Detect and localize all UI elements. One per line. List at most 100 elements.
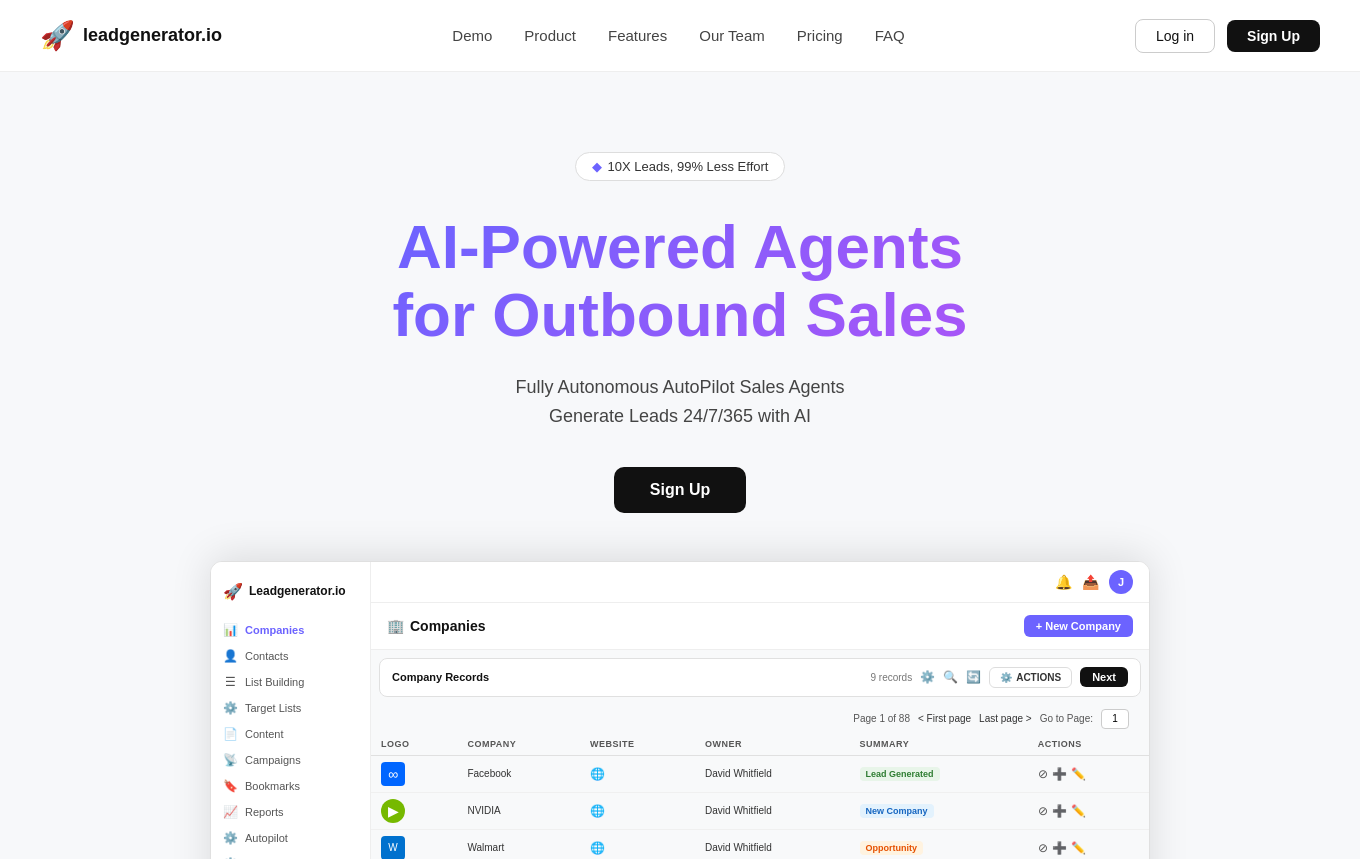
- nav-features[interactable]: Features: [608, 27, 667, 44]
- pagination-bar: Page 1 of 88 < First page Last page > Go…: [371, 705, 1149, 733]
- sidebar: 🚀 Leadgenerator.io 📊 Companies 👤 Contact…: [211, 562, 371, 859]
- records-label: Company Records: [392, 671, 862, 683]
- status-badge: New Company: [860, 804, 934, 818]
- cell-company: NVIDIA: [457, 792, 580, 829]
- page-input[interactable]: [1101, 709, 1129, 729]
- new-company-button[interactable]: + New Company: [1024, 615, 1133, 637]
- hero-section: ◆ 10X Leads, 99% Less Effort AI-Powered …: [0, 72, 1360, 859]
- contacts-icon: 👤: [223, 649, 237, 663]
- table-row: ▶ NVIDIA 🌐 David Whitfield New Company ⊘…: [371, 792, 1149, 829]
- bell-icon[interactable]: 🔔: [1055, 574, 1072, 590]
- sidebar-item-companies[interactable]: 📊 Companies: [211, 617, 370, 643]
- autopilot-icon: ⚙️: [223, 831, 237, 845]
- bookmarks-icon: 🔖: [223, 779, 237, 793]
- nav-our-team[interactable]: Our Team: [699, 27, 765, 44]
- sidebar-item-reports[interactable]: 📈 Reports: [211, 799, 370, 825]
- sidebar-item-contacts-label: Contacts: [245, 650, 288, 662]
- sidebar-item-content[interactable]: 📄 Content: [211, 721, 370, 747]
- cell-actions: ⊘ ➕ ✏️: [1028, 755, 1149, 792]
- sidebar-item-settings[interactable]: ⚙️ Settings: [211, 851, 370, 859]
- cell-company: Walmart: [457, 829, 580, 859]
- action-edit-icon[interactable]: ✏️: [1071, 804, 1086, 818]
- refresh-icon[interactable]: 🔄: [966, 670, 981, 684]
- cell-website[interactable]: 🌐: [580, 792, 695, 829]
- cell-logo: ▶: [371, 792, 457, 829]
- nav-faq[interactable]: FAQ: [875, 27, 905, 44]
- status-badge: Opportunity: [860, 841, 924, 855]
- avatar[interactable]: J: [1109, 570, 1133, 594]
- col-actions: ACTIONS: [1028, 733, 1149, 756]
- sidebar-item-autopilot-label: Autopilot: [245, 832, 288, 844]
- records-toolbar: Company Records 9 records ⚙️ 🔍 🔄 ⚙️ ACTI…: [379, 658, 1141, 697]
- login-button[interactable]: Log in: [1135, 19, 1215, 53]
- nav-pricing[interactable]: Pricing: [797, 27, 843, 44]
- action-view-icon[interactable]: ⊘: [1038, 841, 1048, 855]
- goto-label: Go to Page:: [1040, 713, 1093, 724]
- col-summary: SUMMARY: [850, 733, 1028, 756]
- signup-button-hero[interactable]: Sign Up: [614, 467, 746, 513]
- companies-icon-header: 🏢: [387, 618, 404, 634]
- hero-title-line1: AI-Powered Agents: [397, 212, 963, 281]
- action-edit-icon[interactable]: ✏️: [1071, 767, 1086, 781]
- reports-icon: 📈: [223, 805, 237, 819]
- sidebar-item-target-lists[interactable]: ⚙️ Target Lists: [211, 695, 370, 721]
- col-company: COMPANY: [457, 733, 580, 756]
- companies-title: 🏢 Companies: [387, 618, 485, 634]
- hero-title: AI-Powered Agents for Outbound Sales: [392, 213, 967, 349]
- page-info: Page 1 of 88: [853, 713, 910, 724]
- action-view-icon[interactable]: ⊘: [1038, 767, 1048, 781]
- nav-product[interactable]: Product: [524, 27, 576, 44]
- records-count: 9 records: [870, 672, 912, 683]
- sidebar-item-target-lists-label: Target Lists: [245, 702, 301, 714]
- filter-icon[interactable]: ⚙️: [920, 670, 935, 684]
- cell-logo: ∞: [371, 755, 457, 792]
- actions-icon: ⚙️: [1000, 672, 1012, 683]
- cell-website[interactable]: 🌐: [580, 829, 695, 859]
- nav-actions: Log in Sign Up: [1135, 19, 1320, 53]
- content-icon: 📄: [223, 727, 237, 741]
- action-edit-icon[interactable]: ✏️: [1071, 841, 1086, 855]
- action-add-icon[interactable]: ➕: [1052, 767, 1067, 781]
- cell-actions: ⊘ ➕ ✏️: [1028, 829, 1149, 859]
- nav-links: Demo Product Features Our Team Pricing F…: [452, 27, 904, 44]
- sidebar-logo: 🚀 Leadgenerator.io: [211, 574, 370, 617]
- globe-icon: 🌐: [590, 767, 605, 781]
- sidebar-item-campaigns-label: Campaigns: [245, 754, 301, 766]
- first-page-link[interactable]: < First page: [918, 713, 971, 724]
- hero-subtitle-line1: Fully Autonomous AutoPilot Sales Agents: [515, 377, 844, 397]
- sidebar-item-companies-label: Companies: [245, 624, 304, 636]
- col-owner: OWNER: [695, 733, 850, 756]
- cell-owner: David Whitfield: [695, 829, 850, 859]
- nav-demo[interactable]: Demo: [452, 27, 492, 44]
- sidebar-item-list-building[interactable]: ☰ List Building: [211, 669, 370, 695]
- hero-badge: ◆ 10X Leads, 99% Less Effort: [575, 152, 786, 181]
- search-icon[interactable]: 🔍: [943, 670, 958, 684]
- export-icon[interactable]: 📤: [1082, 574, 1099, 590]
- logo-icon: 🚀: [40, 19, 75, 52]
- sidebar-item-contacts[interactable]: 👤 Contacts: [211, 643, 370, 669]
- main-topbar: 🔔 📤 J: [371, 562, 1149, 603]
- sidebar-item-reports-label: Reports: [245, 806, 284, 818]
- companies-icon: 📊: [223, 623, 237, 637]
- cell-logo: W: [371, 829, 457, 859]
- cell-summary: Lead Generated: [850, 755, 1028, 792]
- next-button[interactable]: Next: [1080, 667, 1128, 687]
- main-content: 🔔 📤 J 🏢 Companies + New Company Company …: [371, 562, 1149, 859]
- badge-text: 10X Leads, 99% Less Effort: [608, 159, 769, 174]
- last-page-link[interactable]: Last page >: [979, 713, 1032, 724]
- badge-icon: ◆: [592, 159, 602, 174]
- sidebar-item-campaigns[interactable]: 📡 Campaigns: [211, 747, 370, 773]
- signup-button-nav[interactable]: Sign Up: [1227, 20, 1320, 52]
- cell-website[interactable]: 🌐: [580, 755, 695, 792]
- action-view-icon[interactable]: ⊘: [1038, 804, 1048, 818]
- action-add-icon[interactable]: ➕: [1052, 804, 1067, 818]
- action-add-icon[interactable]: ➕: [1052, 841, 1067, 855]
- table-row: ∞ Facebook 🌐 David Whitfield Lead Genera…: [371, 755, 1149, 792]
- logo[interactable]: 🚀 leadgenerator.io: [40, 19, 222, 52]
- globe-icon: 🌐: [590, 841, 605, 855]
- sidebar-item-bookmarks[interactable]: 🔖 Bookmarks: [211, 773, 370, 799]
- actions-button[interactable]: ⚙️ ACTIONS: [989, 667, 1072, 688]
- list-building-icon: ☰: [223, 675, 237, 689]
- companies-table: LOGO COMPANY WEBSITE OWNER SUMMARY ACTIO…: [371, 733, 1149, 859]
- sidebar-item-autopilot[interactable]: ⚙️ Autopilot: [211, 825, 370, 851]
